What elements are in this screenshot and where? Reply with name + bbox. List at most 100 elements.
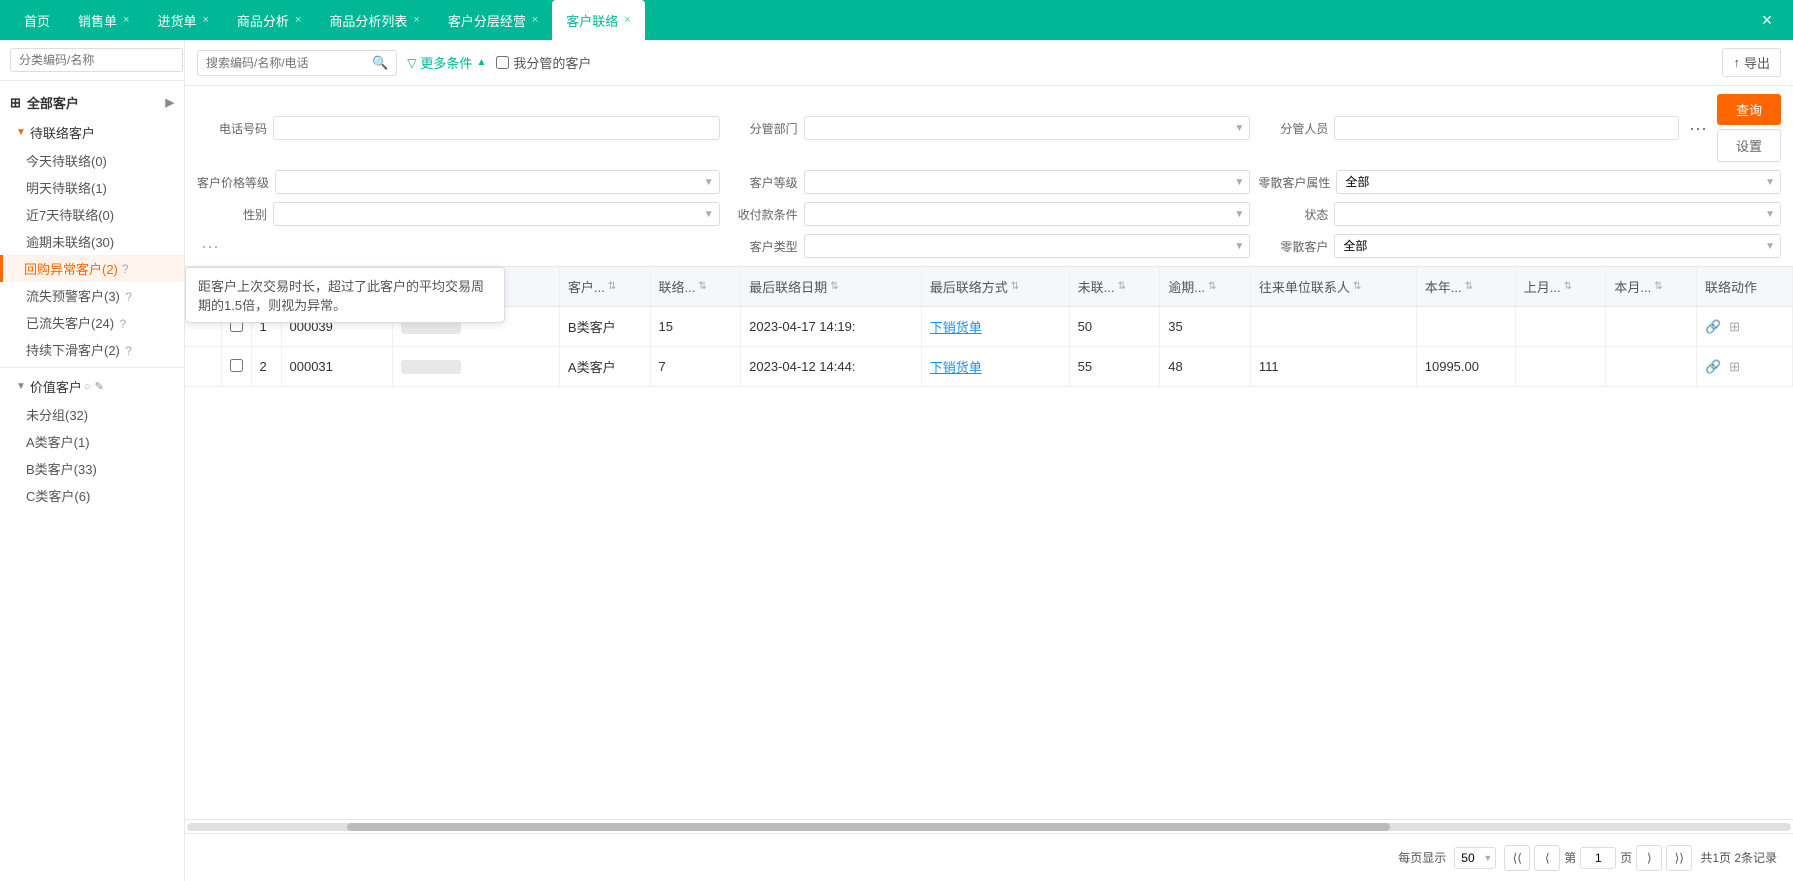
filter-customer-type-select[interactable]: [804, 234, 1251, 258]
th-this-year-sort[interactable]: ⇅: [1465, 281, 1473, 292]
filter-bar: 🔍 ▽ 更多条件 ▲ 我分管的客户 ↑ 导出: [185, 40, 1793, 86]
sidebar-search-input[interactable]: [10, 48, 183, 72]
h-scroll-thumb[interactable]: [347, 823, 1390, 831]
filter-payment-select[interactable]: [804, 202, 1251, 226]
action-link-icon-1[interactable]: 🔗: [1705, 319, 1721, 335]
nav-close-customer-segment[interactable]: ×: [532, 14, 538, 26]
th-last-contact-method-sort[interactable]: ⇅: [1011, 281, 1019, 292]
value-customer-circle-icon[interactable]: ○: [84, 381, 91, 393]
filter-more-dots-btn[interactable]: ···: [197, 236, 223, 257]
filter-phone-input[interactable]: [273, 116, 720, 140]
th-this-month[interactable]: 本月... ⇅: [1606, 267, 1697, 307]
th-no-contact[interactable]: 未联... ⇅: [1069, 267, 1160, 307]
nav-close-customer-contact[interactable]: ×: [624, 14, 630, 26]
sidebar-item-class-c[interactable]: C类客户(6): [0, 482, 184, 509]
action-grid-icon-2[interactable]: ⊞: [1729, 359, 1740, 375]
set-button[interactable]: 设置: [1717, 129, 1781, 162]
th-unit-contact[interactable]: 往来单位联系人 ⇅: [1250, 267, 1416, 307]
th-last-contact-method[interactable]: 最后联络方式 ⇅: [921, 267, 1069, 307]
sidebar-item-unclassified[interactable]: 未分组(32): [0, 401, 184, 428]
sidebar-item-lost-pre[interactable]: 流失预警客户(3) ?: [0, 282, 184, 309]
sidebar-item-declining[interactable]: 持续下滑客户(2) ?: [0, 336, 184, 363]
th-last-month[interactable]: 上月... ⇅: [1515, 267, 1606, 307]
pagination-page-input[interactable]: [1580, 847, 1616, 869]
th-this-year[interactable]: 本年... ⇅: [1416, 267, 1515, 307]
row2-checkbox[interactable]: [230, 359, 243, 372]
td-last-contact-method-1[interactable]: 下销货单: [921, 307, 1069, 347]
filter-gender-select[interactable]: [273, 202, 720, 226]
sidebar-item-class-b[interactable]: B类客户(33): [0, 455, 184, 482]
nav-close-sales[interactable]: ×: [123, 14, 129, 26]
horizontal-scrollbar[interactable]: [185, 819, 1793, 833]
sidebar-all-customers[interactable]: ⊞ 全部客户 ▶: [0, 87, 184, 118]
repurchase-abnormal-info-icon[interactable]: ?: [122, 262, 129, 276]
th-overdue-sort[interactable]: ⇅: [1208, 281, 1216, 292]
lost-actual-info-icon[interactable]: ?: [119, 317, 126, 331]
th-no-contact-sort[interactable]: ⇅: [1117, 281, 1125, 292]
sidebar-pending-contact-group[interactable]: ▼ 待联络客户: [0, 118, 184, 147]
th-contact-sort[interactable]: ⇅: [698, 281, 706, 292]
export-button[interactable]: ↑ 导出: [1722, 48, 1781, 77]
nav-close-purchase[interactable]: ×: [202, 14, 208, 26]
sidebar-value-customer-group[interactable]: ▼ 价值客户 ○ ✎: [0, 372, 184, 401]
th-unit-contact-sort[interactable]: ⇅: [1353, 281, 1361, 292]
pagination-prev-btn[interactable]: ⟨: [1534, 845, 1560, 871]
sidebar-item-class-a[interactable]: A类客户(1): [0, 428, 184, 455]
th-type[interactable]: 客户... ⇅: [559, 267, 650, 307]
sidebar-item-lost-actual[interactable]: 已流失客户(24) ?: [0, 309, 184, 336]
query-button[interactable]: 查询: [1717, 94, 1781, 125]
action-grid-icon-1[interactable]: ⊞: [1729, 319, 1740, 335]
th-last-contact-date[interactable]: 最后联络日期 ⇅: [741, 267, 922, 307]
filter-status-select[interactable]: [1334, 202, 1781, 226]
filter-dept-select[interactable]: [804, 116, 1251, 140]
my-customers-checkbox[interactable]: [496, 56, 509, 69]
h-scroll-track[interactable]: [187, 823, 1791, 831]
th-overdue[interactable]: 逾期... ⇅: [1160, 267, 1251, 307]
nav-item-customer-contact[interactable]: 客户联络 ×: [552, 0, 644, 40]
nav-item-product-analysis-list[interactable]: 商品分析列表 ×: [315, 0, 433, 40]
last-contact-method-link-2[interactable]: 下销货单: [930, 360, 982, 375]
nav-item-product-analysis[interactable]: 商品分析 ×: [223, 0, 315, 40]
nav-label-sales: 销售单: [78, 11, 117, 30]
nav-item-customer-segment[interactable]: 客户分层经营 ×: [434, 0, 552, 40]
nav-close-product-analysis-list[interactable]: ×: [413, 14, 419, 26]
value-customer-edit-icon[interactable]: ✎: [95, 380, 104, 393]
nav-item-sales[interactable]: 销售单 ×: [64, 0, 143, 40]
filter-price-grade-select[interactable]: [275, 170, 720, 194]
sidebar-item-repurchase-abnormal[interactable]: 回购异常客户(2) ?: [0, 255, 184, 282]
td-last-contact-method-2[interactable]: 下销货单: [921, 347, 1069, 387]
pagination-last-btn[interactable]: ⟩⟩: [1666, 845, 1692, 871]
filter-search-input[interactable]: [206, 56, 366, 70]
sidebar-item-overdue[interactable]: 逾期未联络(30): [0, 228, 184, 255]
pagination-first-btn[interactable]: ⟨⟨: [1504, 845, 1530, 871]
nav-item-home[interactable]: 首页: [10, 0, 64, 40]
td-checkbox-2[interactable]: [221, 347, 251, 387]
filter-my-customers[interactable]: 我分管的客户: [496, 53, 591, 72]
th-type-sort[interactable]: ⇅: [608, 281, 616, 292]
sidebar-item-today[interactable]: 今天待联络(0): [0, 147, 184, 174]
nav-close-product-analysis[interactable]: ×: [295, 14, 301, 26]
filter-manager-input[interactable]: [1334, 116, 1679, 140]
filter-retail-customer-select[interactable]: 全部: [1334, 234, 1781, 258]
filter-payment-select-wrap: ▼: [804, 202, 1251, 226]
filter-search-icon[interactable]: 🔍: [372, 55, 388, 71]
nav-close-all-button[interactable]: ×: [1751, 4, 1783, 36]
sidebar-item-7days-label: 近7天待联络(0): [26, 208, 114, 223]
th-last-contact-date-sort[interactable]: ⇅: [830, 281, 838, 292]
filter-customer-grade-select[interactable]: [804, 170, 1251, 194]
sidebar-item-7days[interactable]: 近7天待联络(0): [0, 201, 184, 228]
th-this-month-sort[interactable]: ⇅: [1654, 281, 1662, 292]
nav-item-purchase[interactable]: 进货单 ×: [143, 0, 222, 40]
pagination-next-btn[interactable]: ⟩: [1636, 845, 1662, 871]
declining-info-icon[interactable]: ?: [125, 344, 132, 358]
last-contact-method-link-1[interactable]: 下销货单: [930, 320, 982, 335]
action-link-icon-2[interactable]: 🔗: [1705, 359, 1721, 375]
sidebar-item-tomorrow[interactable]: 明天待联络(1): [0, 174, 184, 201]
filter-retail-attr-select[interactable]: 全部: [1336, 170, 1781, 194]
th-contact[interactable]: 联络... ⇅: [650, 267, 741, 307]
filter-manager-more-btn[interactable]: ···: [1685, 118, 1711, 139]
pagination-per-page-select[interactable]: 50: [1454, 847, 1496, 869]
lost-pre-info-icon[interactable]: ?: [125, 290, 132, 304]
filter-more-conditions[interactable]: ▽ 更多条件 ▲: [407, 53, 486, 72]
th-last-month-sort[interactable]: ⇅: [1564, 281, 1572, 292]
